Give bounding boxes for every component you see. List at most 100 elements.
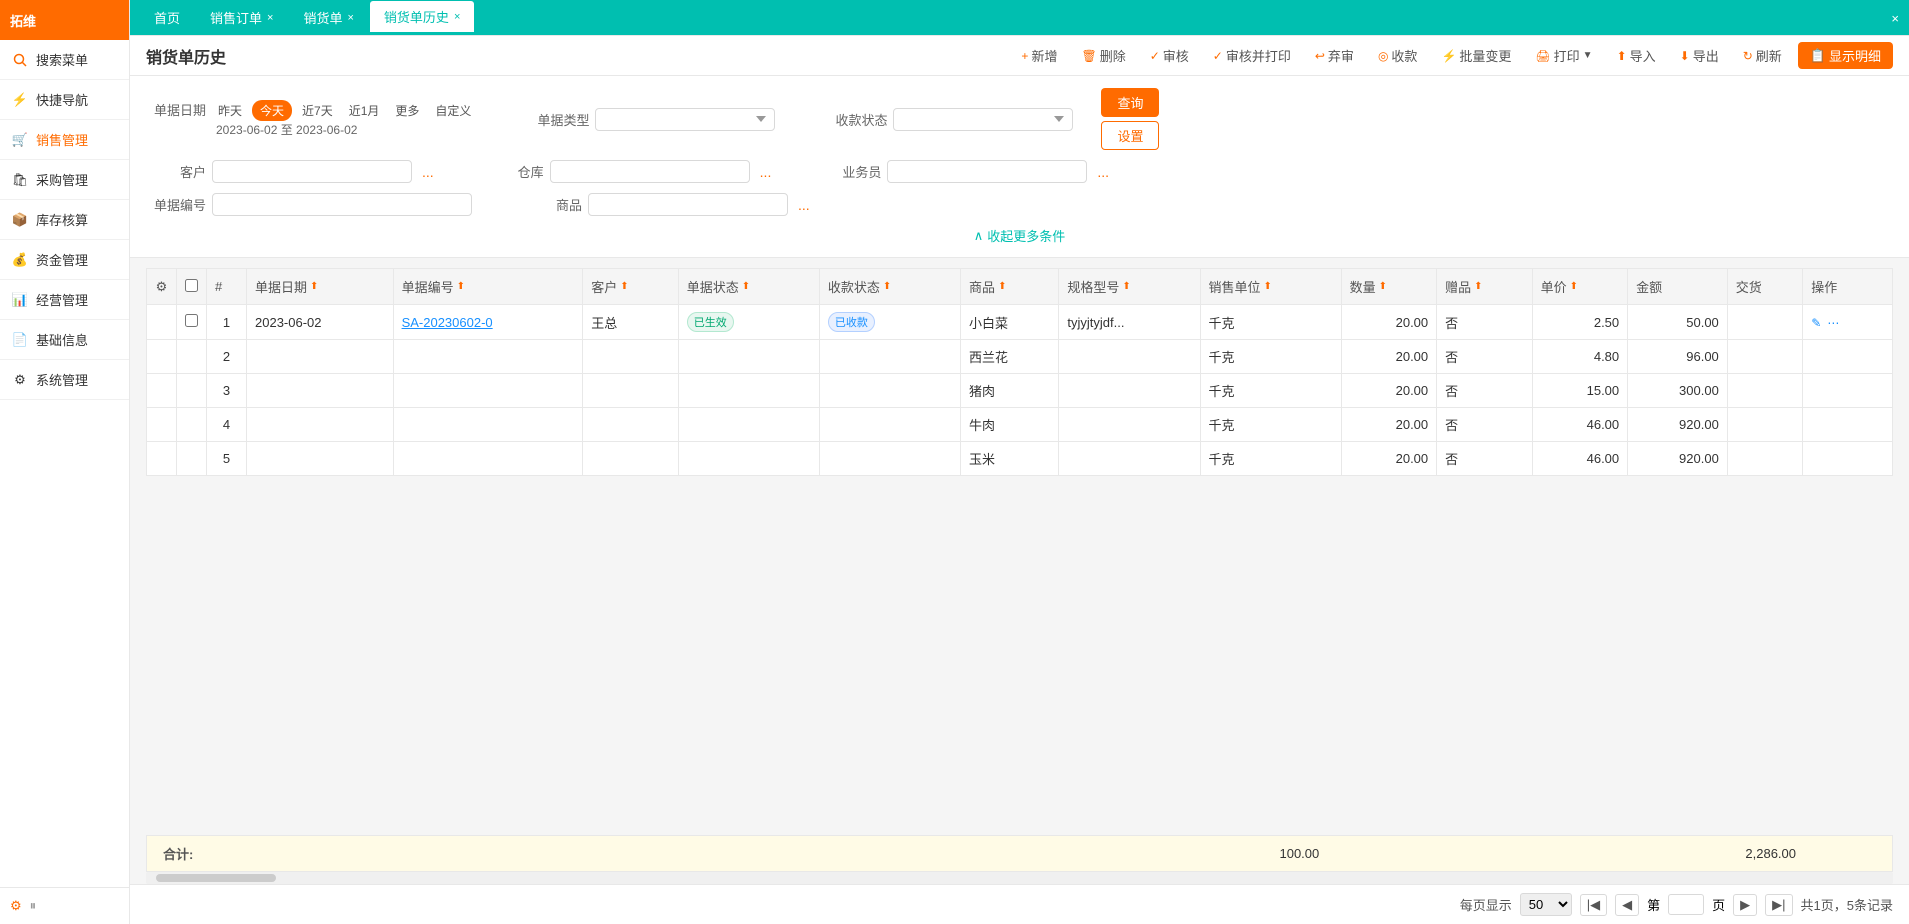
goods-dots[interactable]: ... (798, 197, 810, 213)
batch-change-button[interactable]: ⚡ 批量变更 (1433, 42, 1519, 69)
sort-spec-icon: ⬆ (1122, 281, 1130, 292)
doc-no-link[interactable]: SA-20230602-0 (402, 315, 493, 330)
tab-close-icon[interactable]: × (347, 12, 353, 24)
sidebar-item-operations[interactable]: 📊 经营管理 (0, 280, 129, 320)
tabs-close-all[interactable]: × (1891, 10, 1899, 26)
date-btn-more[interactable]: 更多 (389, 100, 425, 121)
refresh-button[interactable]: ↻ 刷新 (1735, 42, 1790, 69)
audit-print-button[interactable]: ✓ 审核并打印 (1205, 42, 1299, 69)
customer-dots[interactable]: ... (422, 164, 434, 180)
new-button[interactable]: + 新增 (1013, 42, 1065, 69)
th-customer[interactable]: 客户 ⬆ (583, 269, 679, 305)
tab-close-icon[interactable]: × (454, 11, 460, 23)
tab-sales-invoice[interactable]: 销货单 × (289, 2, 367, 33)
customer-input[interactable] (212, 160, 412, 183)
set-button[interactable]: 设置 (1101, 121, 1159, 150)
salesperson-input[interactable] (887, 160, 1087, 183)
cell-actions[interactable]: ✎⋯ (1803, 305, 1893, 340)
collapse-btn[interactable]: ∧ 收起更多条件 (146, 226, 1893, 245)
tab-home[interactable]: 首页 (140, 2, 194, 33)
cell-checkbox[interactable] (177, 408, 207, 442)
abandon-button[interactable]: ↩ 弃审 (1307, 42, 1362, 69)
page-last-btn[interactable]: ▶| (1765, 894, 1792, 916)
box-icon: 📦 (12, 212, 28, 228)
hscroll-bar[interactable] (146, 872, 1893, 884)
audit-button[interactable]: ✓ 审核 (1142, 42, 1197, 69)
date-btn-7days[interactable]: 近7天 (296, 100, 339, 121)
table-container[interactable]: ⚙ # 单据日期 ⬆ 单据编号 (130, 258, 1909, 835)
th-goods[interactable]: 商品 ⬆ (961, 269, 1059, 305)
cell-docno[interactable] (393, 340, 583, 374)
sidebar-item-purchase-mgmt[interactable]: 🛍 采购管理 (0, 160, 129, 200)
select-all-checkbox[interactable] (185, 279, 198, 292)
cell-unit: 千克 (1200, 340, 1341, 374)
date-btn-today[interactable]: 今天 (252, 100, 292, 121)
show-detail-button[interactable]: 📋 显示明细 (1798, 42, 1893, 69)
page-first-btn[interactable]: |◀ (1580, 894, 1607, 916)
cell-checkbox[interactable] (177, 340, 207, 374)
docnum-input[interactable] (212, 193, 472, 216)
sidebar-item-sales-mgmt[interactable]: 🛒 销售管理 (0, 120, 129, 160)
goods-input[interactable] (588, 193, 788, 216)
sidebar-item-search-menu[interactable]: 搜索菜单 (0, 40, 129, 80)
collect-button[interactable]: ◎ 收款 (1370, 42, 1426, 69)
query-button[interactable]: 查询 (1101, 88, 1159, 117)
cell-docno[interactable]: SA-20230602-0 (393, 305, 583, 340)
date-btn-custom[interactable]: 自定义 (429, 100, 477, 121)
action-更多[interactable]: ⋯ (1827, 316, 1839, 330)
warehouse-dots[interactable]: ... (760, 164, 772, 180)
cell-checkbox[interactable] (177, 305, 207, 340)
status-select[interactable] (893, 108, 1073, 131)
cell-checkbox[interactable] (177, 442, 207, 476)
cell-checkbox[interactable] (177, 374, 207, 408)
tab-sales-history[interactable]: 销货单历史 × (370, 1, 474, 34)
sidebar-item-basic-info[interactable]: 📄 基础信息 (0, 320, 129, 360)
sidebar-item-finance[interactable]: 💰 资金管理 (0, 240, 129, 280)
hscroll-thumb[interactable] (156, 874, 276, 882)
th-price[interactable]: 单价 ⬆ (1532, 269, 1628, 305)
page-prev-btn[interactable]: ◀ (1615, 894, 1639, 916)
cell-actions[interactable] (1803, 340, 1893, 374)
th-gift[interactable]: 赠品 ⬆ (1437, 269, 1533, 305)
export-button[interactable]: ⬇ 导出 (1672, 42, 1727, 69)
th-unit[interactable]: 销售单位 ⬆ (1200, 269, 1341, 305)
pause-icon[interactable]: ⏸ (30, 898, 37, 914)
th-date[interactable]: 单据日期 ⬆ (247, 269, 394, 305)
th-qty[interactable]: 数量 ⬆ (1341, 269, 1437, 305)
print-button[interactable]: 🖨 打印 ▼ (1527, 42, 1600, 69)
warehouse-input[interactable] (550, 160, 750, 183)
cell-actions[interactable] (1803, 408, 1893, 442)
tab-close-icon[interactable]: × (267, 12, 273, 24)
date-btn-1month[interactable]: 近1月 (343, 100, 386, 121)
th-setting[interactable]: ⚙ (147, 269, 177, 305)
import-button[interactable]: ⬆ 导入 (1609, 42, 1664, 69)
delete-button[interactable]: 🗑 删除 (1073, 42, 1133, 69)
cell-actions[interactable] (1803, 374, 1893, 408)
per-page-select[interactable]: 50 100 (1520, 893, 1572, 916)
sidebar-item-sys-mgmt[interactable]: ⚙ 系统管理 (0, 360, 129, 400)
table-footer: 合计: 100.00 2,286.00 (146, 835, 1893, 872)
cell-docno[interactable] (393, 374, 583, 408)
sidebar-item-quick-nav[interactable]: ⚡ 快捷导航 (0, 80, 129, 120)
th-spec[interactable]: 规格型号 ⬆ (1059, 269, 1200, 305)
sidebar-item-inventory[interactable]: 📦 库存核算 (0, 200, 129, 240)
cell-docno[interactable] (393, 408, 583, 442)
page-number-input[interactable]: 1 (1668, 894, 1704, 915)
cell-date (247, 340, 394, 374)
th-checkbox[interactable] (177, 269, 207, 305)
th-paystatus[interactable]: 收款状态 ⬆ (819, 269, 960, 305)
cell-docno[interactable] (393, 442, 583, 476)
th-docno[interactable]: 单据编号 ⬆ (393, 269, 583, 305)
settings-icon[interactable]: ⚙ (10, 898, 22, 914)
page-next-btn[interactable]: ▶ (1733, 894, 1757, 916)
type-select[interactable] (595, 108, 775, 131)
th-docstatus[interactable]: 单据状态 ⬆ (678, 269, 819, 305)
action-编辑[interactable]: ✎ (1811, 316, 1821, 330)
tab-sales-order[interactable]: 销售订单 × (196, 2, 287, 33)
cell-actions[interactable] (1803, 442, 1893, 476)
row-checkbox[interactable] (185, 314, 198, 327)
salesperson-dots[interactable]: ... (1097, 164, 1109, 180)
table-setting-icon[interactable]: ⚙ (156, 279, 168, 294)
cell-transaction (1727, 374, 1803, 408)
date-btn-yesterday[interactable]: 昨天 (212, 100, 248, 121)
